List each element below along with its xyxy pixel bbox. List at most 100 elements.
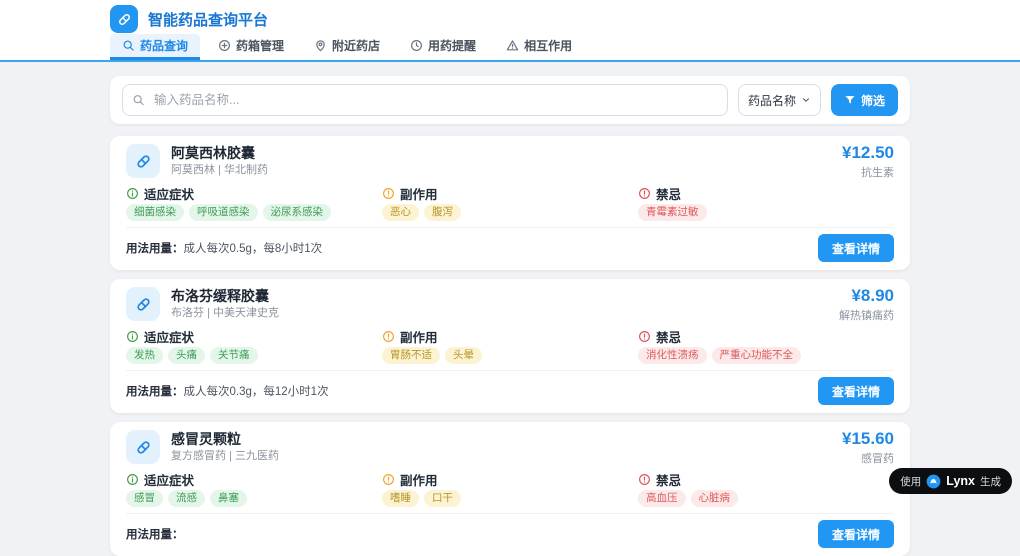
view-details-button[interactable]: 查看详情 [818, 520, 894, 548]
app-logo [110, 5, 138, 33]
view-details-button[interactable]: 查看详情 [818, 377, 894, 405]
dosage-label: 用法用量： [126, 243, 184, 255]
tab-label: 药品查询 [140, 37, 188, 54]
contraindications-label: 禁忌 [656, 470, 681, 489]
drug-category: 解热镇痛药 [839, 307, 894, 323]
info-circle-icon [126, 473, 139, 486]
contraindication-tags: 高血压心脏病 [638, 490, 894, 507]
drug-card: 布洛芬缓释胶囊 布洛芬 | 中美天津史克 ¥8.90 解热镇痛药 适应症状 发热… [110, 279, 910, 413]
tab-nearby-pharmacy[interactable]: 附近药店 [302, 34, 392, 60]
search-bar-card: 药品名称 筛选 [110, 76, 910, 124]
info-circle-icon [126, 330, 139, 343]
forbidden-circle-icon [638, 330, 651, 343]
filter-type-select[interactable]: 药品名称 [738, 84, 821, 116]
search-input[interactable] [122, 84, 728, 116]
tab-medicine-box[interactable]: 药箱管理 [206, 34, 296, 60]
drug-card-header: 阿莫西林胶囊 阿莫西林 | 华北制药 ¥12.50 抗生素 [126, 144, 894, 180]
tab-medication-reminder[interactable]: 用药提醒 [398, 34, 488, 60]
contraindication-tags: 青霉素过敏 [638, 204, 894, 221]
search-icon [132, 94, 145, 107]
drug-category: 感冒药 [842, 450, 894, 466]
tab-label: 药箱管理 [236, 37, 284, 54]
drug-card: 感冒灵颗粒 复方感冒药 | 三九医药 ¥15.60 感冒药 适应症状 感冒流感鼻… [110, 422, 910, 556]
tag: 胃肠不适 [382, 347, 440, 364]
drug-info-sections: 适应症状 感冒流感鼻塞 副作用 嗜睡口干 禁忌 高血压心脏病 [126, 471, 894, 507]
tag: 青霉素过敏 [638, 204, 707, 221]
plus-circle-icon [218, 39, 231, 52]
dosage-text: 用法用量：成人每次0.5g，每8小时1次 [126, 240, 322, 256]
tag: 泌尿系感染 [263, 204, 332, 221]
indication-tags: 细菌感染呼吸道感染泌尿系感染 [126, 204, 382, 221]
drug-card: 阿莫西林胶囊 阿莫西林 | 华北制药 ¥12.50 抗生素 适应症状 细菌感染呼… [110, 136, 910, 270]
tag: 腹泻 [424, 204, 461, 221]
filter-button-label: 筛选 [861, 92, 885, 109]
search-icon [122, 39, 135, 52]
drug-pill-icon [126, 430, 160, 464]
indications-label: 适应症状 [144, 184, 194, 203]
search-box [122, 84, 728, 116]
filter-button[interactable]: 筛选 [831, 84, 898, 116]
badge-prefix: 使用 [900, 474, 921, 489]
tag: 头晕 [445, 347, 482, 364]
badge-suffix: 生成 [980, 474, 1001, 489]
clock-icon [410, 39, 423, 52]
dosage-value: 成人每次0.3g，每12小时1次 [184, 386, 329, 398]
drug-pill-icon [126, 144, 160, 178]
filter-type-value: 药品名称 [748, 92, 796, 109]
side-effects-section: 副作用 恶心腹泻 [382, 185, 638, 221]
dosage-label: 用法用量： [126, 386, 184, 398]
funnel-icon [844, 94, 856, 106]
contraindications-section: 禁忌 青霉素过敏 [638, 185, 894, 221]
badge-brand: Lynx [946, 474, 975, 488]
tag: 心脏病 [691, 490, 739, 507]
nav-tabs: 药品查询 药箱管理 附近药店 用药提醒 相互作用 [0, 34, 1020, 60]
location-pin-icon [314, 39, 327, 52]
indication-tags: 发热头痛关节痛 [126, 347, 382, 364]
dosage-text: 用法用量：成人每次0.3g，每12小时1次 [126, 383, 329, 399]
tag: 感冒 [126, 490, 163, 507]
main-area: 药品名称 筛选 阿莫西林胶囊 阿莫西林 | 华北制药 ¥12.50 抗生素 [0, 62, 1020, 556]
drug-card-list: 阿莫西林胶囊 阿莫西林 | 华北制药 ¥12.50 抗生素 适应症状 细菌感染呼… [110, 136, 910, 556]
side-effect-tags: 嗜睡口干 [382, 490, 638, 507]
side-effects-section: 副作用 嗜睡口干 [382, 471, 638, 507]
drug-subtitle: 阿莫西林 | 华北制药 [171, 164, 268, 177]
drug-name: 阿莫西林胶囊 [171, 145, 268, 162]
contraindications-label: 禁忌 [656, 327, 681, 346]
tab-label: 用药提醒 [428, 37, 476, 54]
drug-pill-icon [126, 287, 160, 321]
info-circle-icon [126, 187, 139, 200]
alert-circle-icon [382, 330, 395, 343]
drug-price: ¥8.90 [839, 287, 894, 305]
drug-card-footer: 用法用量：成人每次0.5g，每8小时1次 查看详情 [126, 227, 894, 270]
tag: 严重心功能不全 [712, 347, 802, 364]
tag: 呼吸道感染 [189, 204, 258, 221]
tab-label: 附近药店 [332, 37, 380, 54]
tag: 关节痛 [210, 347, 258, 364]
forbidden-circle-icon [638, 187, 651, 200]
indications-section: 适应症状 感冒流感鼻塞 [126, 471, 382, 507]
drug-info-sections: 适应症状 细菌感染呼吸道感染泌尿系感染 副作用 恶心腹泻 禁忌 青霉素过敏 [126, 185, 894, 221]
chevron-down-icon [801, 95, 811, 105]
view-details-button[interactable]: 查看详情 [818, 234, 894, 262]
indications-section: 适应症状 细菌感染呼吸道感染泌尿系感染 [126, 185, 382, 221]
lynx-logo-icon [926, 474, 941, 489]
drug-category: 抗生素 [842, 164, 894, 180]
capsule-icon [116, 11, 133, 28]
drug-card-header: 布洛芬缓释胶囊 布洛芬 | 中美天津史克 ¥8.90 解热镇痛药 [126, 287, 894, 323]
side-effects-label: 副作用 [400, 470, 438, 489]
drug-card-footer: 用法用量：成人每次0.3g，每12小时1次 查看详情 [126, 370, 894, 413]
drug-card-footer: 用法用量： 查看详情 [126, 513, 894, 556]
side-effects-label: 副作用 [400, 184, 438, 203]
side-effect-tags: 恶心腹泻 [382, 204, 638, 221]
drug-price: ¥12.50 [842, 144, 894, 162]
contraindication-tags: 消化性溃疡严重心功能不全 [638, 347, 894, 364]
side-effects-label: 副作用 [400, 327, 438, 346]
tag: 消化性溃疡 [638, 347, 707, 364]
side-effect-tags: 胃肠不适头晕 [382, 347, 638, 364]
lynx-watermark-badge[interactable]: 使用 Lynx 生成 [889, 468, 1012, 494]
indication-tags: 感冒流感鼻塞 [126, 490, 382, 507]
tab-drug-search[interactable]: 药品查询 [110, 34, 200, 60]
tab-interactions[interactable]: 相互作用 [494, 34, 584, 60]
drug-subtitle: 复方感冒药 | 三九医药 [171, 450, 279, 463]
drug-name: 感冒灵颗粒 [171, 431, 279, 448]
